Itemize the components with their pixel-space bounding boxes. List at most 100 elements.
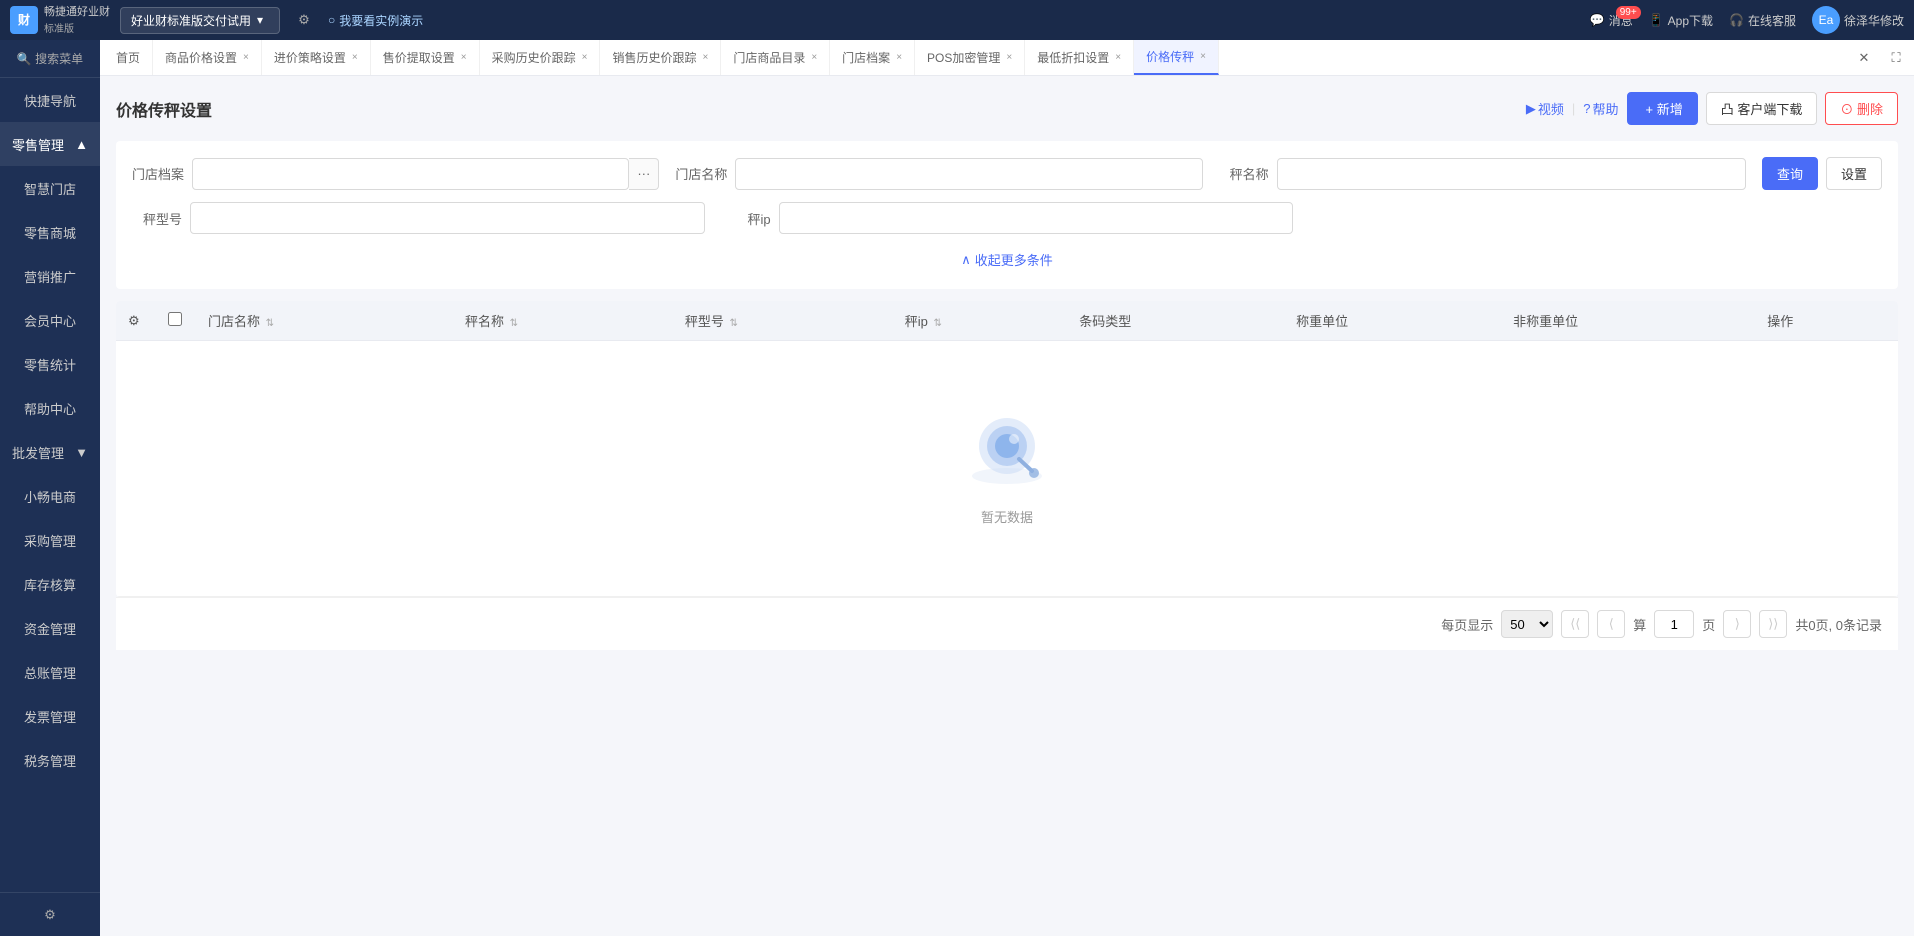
messages-btn[interactable]: 💬 消息 99+ xyxy=(1590,12,1633,29)
scale-name-input[interactable] xyxy=(1277,158,1746,190)
chevron-up-icon: ∧ xyxy=(961,252,971,268)
page-content: 价格传秤设置 ▶ 视频 | ? 帮助 + 新增 xyxy=(100,76,1914,936)
tab-label: 首页 xyxy=(116,49,140,66)
page-number-input[interactable] xyxy=(1654,610,1694,638)
filter-form: 门店档案 ··· 门店名称 秤名称 xyxy=(116,141,1898,289)
tab-close-icon[interactable]: × xyxy=(1200,51,1206,62)
tab-label: 进价策略设置 xyxy=(274,49,346,66)
mobile-icon: 📱 xyxy=(1649,13,1664,27)
settings-icon-btn[interactable]: ⚙ xyxy=(290,6,318,34)
collapse-btn[interactable]: ∧ 收起更多条件 xyxy=(961,246,1053,273)
settings-form-button[interactable]: 设置 xyxy=(1826,157,1882,190)
sidebar-item-retail-mall[interactable]: 零售商城 xyxy=(0,210,100,254)
tab-close-icon[interactable]: × xyxy=(896,52,902,63)
tab-close-icon[interactable]: × xyxy=(1115,52,1121,63)
tab-close-icon[interactable]: × xyxy=(582,52,588,63)
user-menu[interactable]: Ea 徐泽华修改 xyxy=(1812,6,1904,34)
sidebar-item-invoice[interactable]: 发票管理 xyxy=(0,694,100,738)
chevron-down-icon: ▾ xyxy=(257,13,263,27)
sidebar-item-member[interactable]: 会员中心 xyxy=(0,298,100,342)
sidebar-item-label: 智慧门店 xyxy=(24,179,76,198)
scale-model-input[interactable] xyxy=(190,202,705,234)
sidebar-item-xiaochang[interactable]: 小畅电商 xyxy=(0,474,100,518)
tab-sale-extract[interactable]: 售价提取设置 × xyxy=(371,40,480,75)
tab-purchase-history[interactable]: 采购历史价跟踪 × xyxy=(480,40,601,75)
store-archive-input[interactable] xyxy=(192,158,629,190)
tab-min-discount[interactable]: 最低折扣设置 × xyxy=(1025,40,1134,75)
tab-store-catalog[interactable]: 门店商品目录 × xyxy=(721,40,830,75)
sidebar-search[interactable]: 🔍 搜索菜单 xyxy=(0,40,100,78)
tab-sale-history[interactable]: 销售历史价跟踪 × xyxy=(600,40,721,75)
scale-ip-input[interactable] xyxy=(779,202,1294,234)
version-dropdown[interactable]: 好业财标准版交付试用 ▾ xyxy=(120,7,280,34)
sidebar-item-label: 税务管理 xyxy=(24,751,76,770)
sidebar-item-purchase[interactable]: 采购管理 xyxy=(0,518,100,562)
th-scale-ip-label: 秤ip xyxy=(905,314,928,329)
empty-text: 暂无数据 xyxy=(981,507,1033,526)
tab-close-icon[interactable]: × xyxy=(702,52,708,63)
query-button-label: 查询 xyxy=(1777,164,1803,183)
help-link[interactable]: ? 帮助 xyxy=(1583,99,1618,118)
add-button[interactable]: + 新增 xyxy=(1627,92,1698,125)
close-tab-btn[interactable]: ✕ xyxy=(1850,44,1878,72)
sidebar-item-finance[interactable]: 资金管理 xyxy=(0,606,100,650)
tab-close-icon[interactable]: × xyxy=(461,52,467,63)
page-total: 共0页, 0条记录 xyxy=(1795,615,1882,634)
avatar: Ea xyxy=(1812,6,1840,34)
sidebar-item-wholesale[interactable]: 批发管理 ▼ xyxy=(0,430,100,474)
filter-row-1: 门店档案 ··· 门店名称 秤名称 xyxy=(132,157,1882,190)
question-icon: ? xyxy=(1583,101,1590,116)
top-bar: 财 畅捷通好业财 标准版 好业财标准版交付试用 ▾ ⚙ ○ 我要看实例演示 💬 … xyxy=(0,0,1914,40)
tab-close-icon[interactable]: × xyxy=(352,52,358,63)
select-all-checkbox[interactable] xyxy=(168,312,182,326)
tab-price[interactable]: 商品价格设置 × xyxy=(153,40,262,75)
filter-scale-model: 秤型号 xyxy=(132,202,705,234)
sidebar-item-inventory[interactable]: 库存核算 xyxy=(0,562,100,606)
delete-button-label: ⊙ 删除 xyxy=(1840,99,1883,118)
expand-tab-btn[interactable]: ⛶ xyxy=(1882,44,1910,72)
tab-close-icon[interactable]: × xyxy=(1006,52,1012,63)
tab-close-icon[interactable]: × xyxy=(811,52,817,63)
sort-icon: ⇅ xyxy=(729,318,737,329)
th-settings[interactable]: ⚙ xyxy=(116,301,156,341)
tab-store-archive[interactable]: 门店档案 × xyxy=(830,40,915,75)
filter-scale-name: 秤名称 xyxy=(1219,158,1746,190)
app-download-btn[interactable]: 📱 App下载 xyxy=(1649,12,1713,29)
next-page-btn[interactable]: ⟩ xyxy=(1723,610,1751,638)
headset-icon: 🎧 xyxy=(1729,13,1744,27)
first-page-btn[interactable]: ⟨⟨ xyxy=(1561,610,1589,638)
sidebar-item-general-ledger[interactable]: 总账管理 xyxy=(0,650,100,694)
more-options-btn[interactable]: ··· xyxy=(629,158,659,190)
page-title: 价格传秤设置 xyxy=(116,97,212,121)
download-button[interactable]: 凸 客户端下载 xyxy=(1706,92,1818,125)
tab-close-icon[interactable]: × xyxy=(243,52,249,63)
help-link-text: 帮助 xyxy=(1593,99,1619,118)
sidebar-item-retail[interactable]: 零售管理 ▲ xyxy=(0,122,100,166)
online-service-btn[interactable]: 🎧 在线客服 xyxy=(1729,12,1796,29)
tab-price-scale[interactable]: 价格传秤 × xyxy=(1134,40,1219,75)
demo-link[interactable]: ○ 我要看实例演示 xyxy=(328,12,423,29)
sidebar-item-tax[interactable]: 税务管理 xyxy=(0,738,100,782)
download-button-label: 凸 客户端下载 xyxy=(1721,99,1803,118)
sidebar-settings-btn[interactable]: ⚙ xyxy=(0,892,100,936)
sidebar-item-label: 帮助中心 xyxy=(24,399,76,418)
sidebar-item-retail-stats[interactable]: 零售统计 xyxy=(0,342,100,386)
query-button[interactable]: 查询 xyxy=(1762,157,1818,190)
last-page-btn[interactable]: ⟩⟩ xyxy=(1759,610,1787,638)
tab-purchase-strategy[interactable]: 进价策略设置 × xyxy=(262,40,371,75)
sidebar-item-smart-store[interactable]: 智慧门店 xyxy=(0,166,100,210)
sidebar-item-marketing[interactable]: 营销推广 xyxy=(0,254,100,298)
tab-pos-management[interactable]: POS加密管理 × xyxy=(915,40,1025,75)
version-dropdown-label: 好业财标准版交付试用 xyxy=(131,12,251,29)
store-name-input[interactable] xyxy=(735,158,1202,190)
chevron-up-icon: ▲ xyxy=(75,137,88,152)
page-size-select[interactable]: 20 50 100 xyxy=(1501,610,1553,638)
video-link[interactable]: ▶ 视频 xyxy=(1526,99,1564,118)
th-non-weight-unit: 非称重单位 xyxy=(1501,301,1755,341)
delete-button[interactable]: ⊙ 删除 xyxy=(1825,92,1898,125)
tab-home[interactable]: 首页 xyxy=(104,40,153,75)
sidebar-item-quick-nav[interactable]: 快捷导航 xyxy=(0,78,100,122)
sidebar-item-help[interactable]: 帮助中心 xyxy=(0,386,100,430)
prev-page-btn[interactable]: ⟨ xyxy=(1597,610,1625,638)
messages-badge: 99+ xyxy=(1616,6,1641,19)
